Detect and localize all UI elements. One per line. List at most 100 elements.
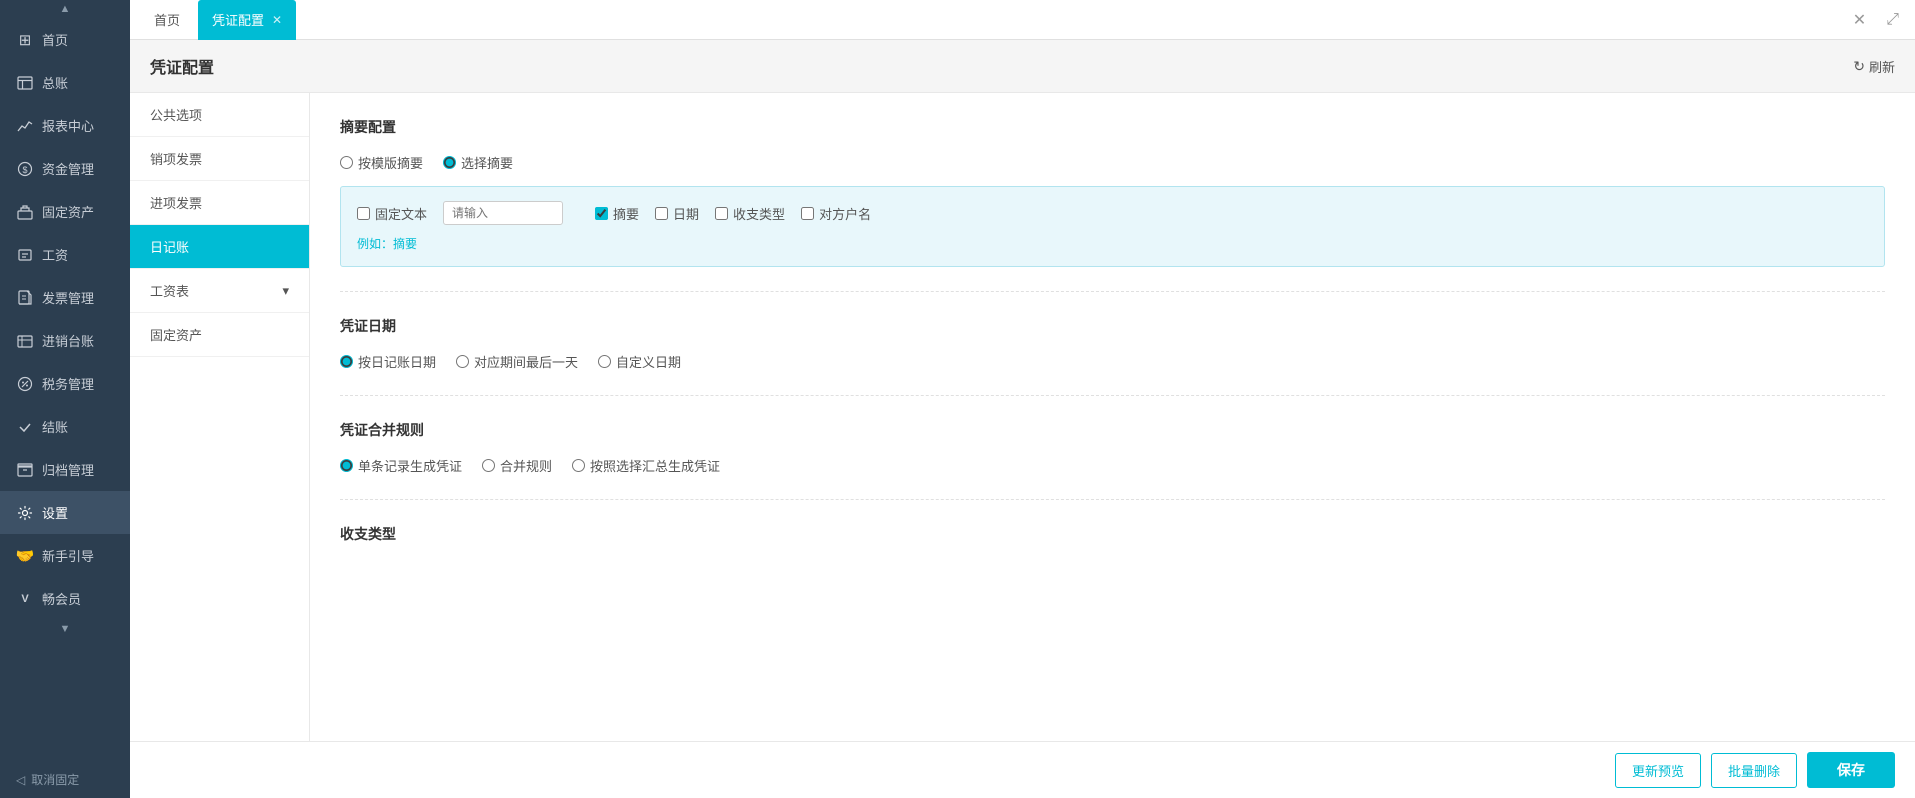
radio-last-day-of-period-input[interactable]: [456, 355, 469, 368]
radio-single-record-input[interactable]: [340, 459, 353, 472]
sidebar-item-purchase-sales[interactable]: 进销台账: [0, 319, 130, 362]
sidebar-item-label: 进销台账: [42, 331, 94, 350]
tab-close-all-button[interactable]: ✕: [1847, 8, 1872, 32]
sidebar-item-archive[interactable]: 归档管理: [0, 448, 130, 491]
left-nav-item-public-options[interactable]: 公共选项: [130, 93, 309, 137]
checkbox-income-expense[interactable]: 收支类型: [715, 204, 785, 223]
sidebar-item-label: 设置: [42, 503, 68, 522]
radio-template-summary[interactable]: 按模版摘要: [340, 153, 423, 172]
sidebar-item-closing[interactable]: 结账: [0, 405, 130, 448]
radio-custom-date[interactable]: 自定义日期: [598, 352, 681, 371]
checkbox-counterparty-input[interactable]: [801, 207, 814, 220]
checkbox-summary-input[interactable]: [595, 207, 608, 220]
radio-custom-date-input[interactable]: [598, 355, 611, 368]
tab-home[interactable]: 首页: [140, 0, 194, 40]
radio-merge-rules-input[interactable]: [482, 459, 495, 472]
sidebar-item-label: 资金管理: [42, 159, 94, 178]
sidebar-item-tax[interactable]: 税务管理: [0, 362, 130, 405]
sidebar-item-reports[interactable]: 报表中心: [0, 104, 130, 147]
sidebar-item-newbie[interactable]: 🤝 新手引导: [0, 534, 130, 577]
left-nav-item-sales-invoice[interactable]: 销项发票: [130, 137, 309, 181]
voucher-date-radio-group: 按日记账日期 对应期间最后一天 自定义日期: [340, 352, 1885, 371]
radio-select-summary-input[interactable]: [443, 156, 456, 169]
page-title: 凭证配置: [150, 54, 214, 78]
radio-single-record[interactable]: 单条记录生成凭证: [340, 456, 462, 475]
checkbox-fixed-text-label: 固定文本: [375, 204, 427, 223]
main-area: 首页 凭证配置 ✕ ✕ ⤢ 凭证配置 ↻ 刷新 公共选项: [130, 0, 1915, 798]
left-nav-item-fixed-assets-nav[interactable]: 固定资产: [130, 313, 309, 357]
refresh-button[interactable]: ↻ 刷新: [1853, 57, 1895, 76]
checkbox-date-input[interactable]: [655, 207, 668, 220]
radio-template-summary-input[interactable]: [340, 156, 353, 169]
tab-home-label: 首页: [154, 10, 180, 29]
radio-select-summary-label: 选择摘要: [461, 153, 513, 172]
sidebar-item-label: 发票管理: [42, 288, 94, 307]
checkbox-counterparty[interactable]: 对方户名: [801, 204, 871, 223]
left-nav-item-purchase-invoice[interactable]: 进项发票: [130, 181, 309, 225]
sidebar-item-label: 工资: [42, 245, 68, 264]
checkbox-date-label: 日期: [673, 204, 699, 223]
sidebar-item-label: 畅会员: [42, 589, 81, 608]
summary-checkbox-row: 固定文本 摘要 日期: [357, 201, 1868, 225]
voucher-date-section: 凭证日期 按日记账日期 对应期间最后一天 自定义日期: [340, 316, 1885, 396]
sidebar-item-settings[interactable]: 设置: [0, 491, 130, 534]
radio-select-summary[interactable]: 选择摘要: [443, 153, 513, 172]
radio-merge-rules-label: 合并规则: [500, 456, 552, 475]
summary-config-box: 固定文本 摘要 日期: [340, 186, 1885, 267]
radio-by-selection-summary-label: 按照选择汇总生成凭证: [590, 456, 720, 475]
checkbox-income-expense-input[interactable]: [715, 207, 728, 220]
sidebar-item-label: 报表中心: [42, 116, 94, 135]
settings-icon: [16, 504, 34, 522]
payroll-icon: [16, 246, 34, 264]
page-content: 凭证配置 ↻ 刷新 公共选项 销项发票 进项发票 日记账: [130, 40, 1915, 798]
tab-close-button[interactable]: ✕: [272, 13, 282, 27]
ledger-icon: [16, 74, 34, 92]
checkbox-fixed-text[interactable]: 固定文本: [357, 204, 427, 223]
sidebar-item-vip[interactable]: V 畅会员: [0, 577, 130, 620]
tab-expand-button[interactable]: ⤢: [1880, 8, 1905, 32]
checkbox-date[interactable]: 日期: [655, 204, 699, 223]
sidebar-scroll-up[interactable]: ▲: [0, 0, 130, 18]
save-button[interactable]: 保存: [1807, 752, 1895, 788]
radio-by-journal-date-input[interactable]: [340, 355, 353, 368]
left-nav: 公共选项 销项发票 进项发票 日记账 工资表 ▾ 固定资产: [130, 93, 310, 741]
radio-last-day-of-period[interactable]: 对应期间最后一天: [456, 352, 578, 371]
checkbox-income-expense-label: 收支类型: [733, 204, 785, 223]
radio-custom-date-label: 自定义日期: [616, 352, 681, 371]
left-nav-item-label: 固定资产: [150, 325, 202, 344]
radio-by-selection-summary-input[interactable]: [572, 459, 585, 472]
sidebar-item-fixed-assets[interactable]: 固定资产: [0, 190, 130, 233]
home-icon: ⊞: [16, 31, 34, 49]
closing-icon: [16, 418, 34, 436]
sidebar-scroll-down[interactable]: ▼: [0, 620, 130, 638]
radio-merge-rules[interactable]: 合并规则: [482, 456, 552, 475]
sidebar-item-ledger[interactable]: 总账: [0, 61, 130, 104]
tab-voucher-config[interactable]: 凭证配置 ✕: [198, 0, 296, 40]
checkbox-summary[interactable]: 摘要: [595, 204, 639, 223]
update-preview-button[interactable]: 更新预览: [1615, 753, 1701, 788]
funds-icon: $: [16, 160, 34, 178]
chevron-down-icon: ▾: [282, 283, 289, 299]
checkbox-fixed-text-input[interactable]: [357, 207, 370, 220]
left-nav-item-label: 工资表: [150, 281, 189, 300]
summary-radio-group: 按模版摘要 选择摘要: [340, 153, 1885, 172]
summary-preview-label: 例如：摘要: [357, 237, 417, 251]
sidebar-item-invoice-mgmt[interactable]: 发票管理: [0, 276, 130, 319]
radio-by-selection-summary[interactable]: 按照选择汇总生成凭证: [572, 456, 720, 475]
sidebar-item-label: 总账: [42, 73, 68, 92]
sidebar-item-funds[interactable]: $ 资金管理: [0, 147, 130, 190]
sidebar-unpin[interactable]: ◁ 取消固定: [0, 761, 130, 798]
radio-by-journal-date-label: 按日记账日期: [358, 352, 436, 371]
archive-icon: [16, 461, 34, 479]
summary-fixed-text-input[interactable]: [443, 201, 563, 225]
sidebar-item-home[interactable]: ⊞ 首页: [0, 18, 130, 61]
content-body: 公共选项 销项发票 进项发票 日记账 工资表 ▾ 固定资产: [130, 93, 1915, 741]
income-expense-section-title: 收支类型: [340, 524, 1885, 544]
summary-section: 摘要配置 按模版摘要 选择摘要: [340, 117, 1885, 292]
sidebar-item-payroll[interactable]: 工资: [0, 233, 130, 276]
left-nav-item-payroll-table[interactable]: 工资表 ▾: [130, 269, 309, 313]
radio-by-journal-date[interactable]: 按日记账日期: [340, 352, 436, 371]
batch-delete-button[interactable]: 批量删除: [1711, 753, 1797, 788]
summary-preview: 例如：摘要: [357, 235, 1868, 252]
left-nav-item-journal[interactable]: 日记账: [130, 225, 309, 269]
